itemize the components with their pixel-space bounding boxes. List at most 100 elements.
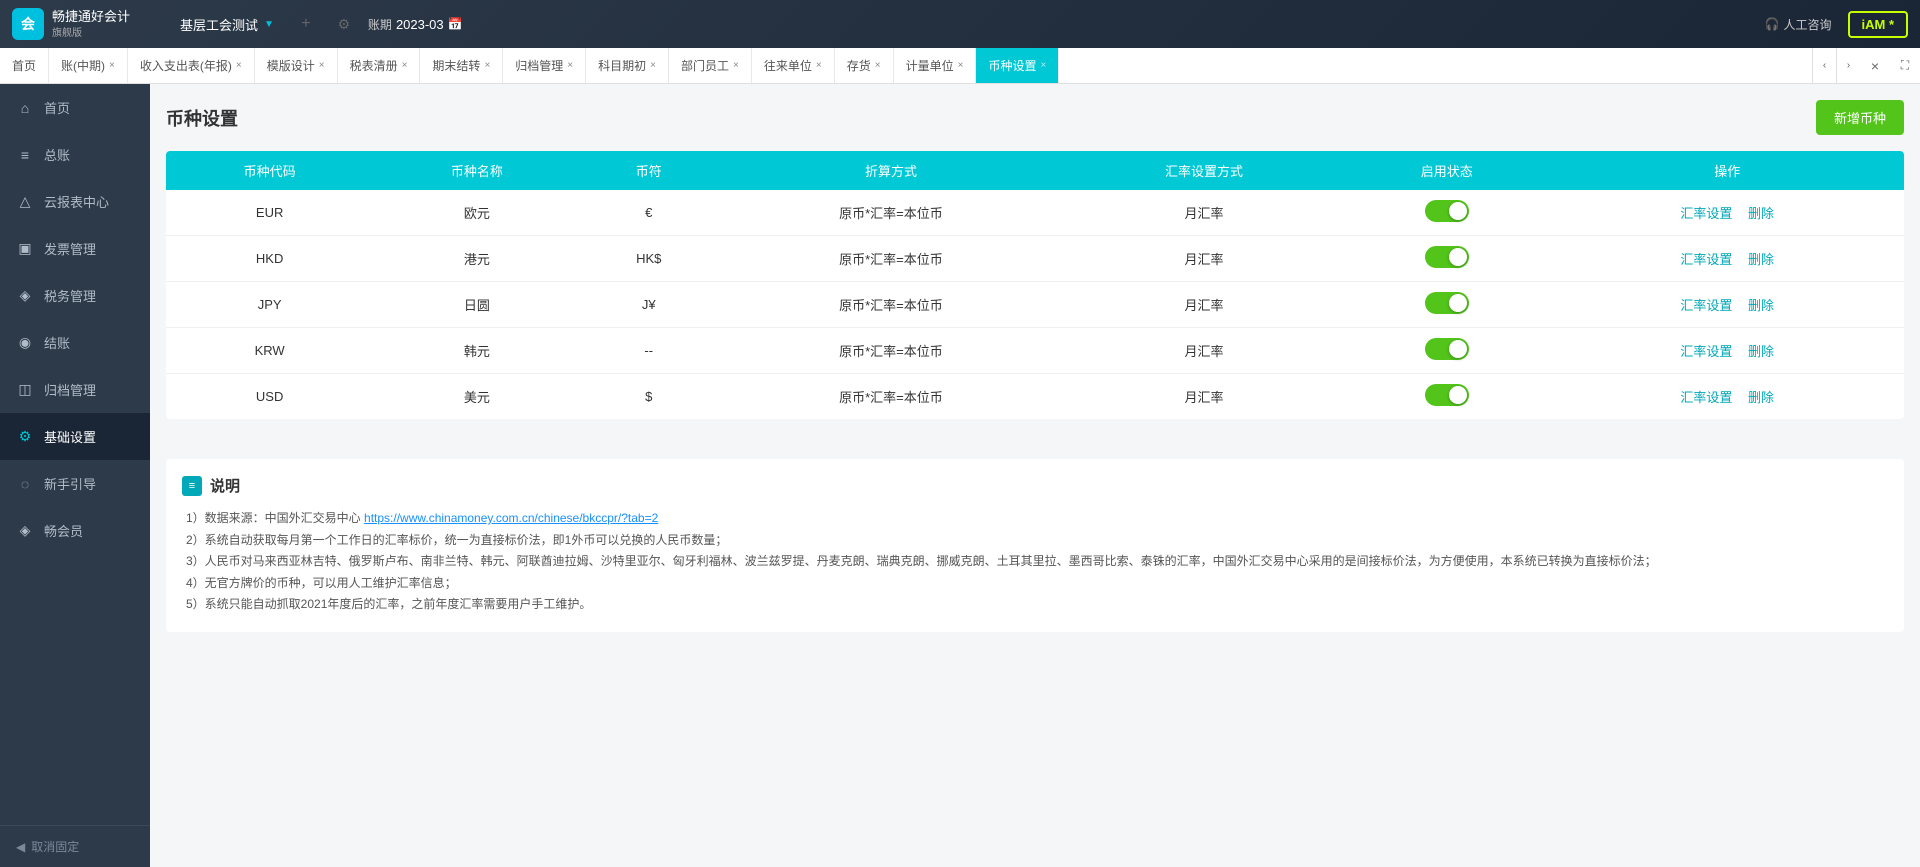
sidebar-item-settings-label: 基础设置	[44, 427, 96, 446]
tab-balance-close[interactable]: ×	[109, 60, 115, 71]
tab-dept[interactable]: 部门员工 ×	[669, 48, 752, 83]
table-row: USD 美元 $ 原币*汇率=本位币 月汇率 汇率设置 删除	[166, 374, 1904, 420]
tab-period-end-close[interactable]: ×	[484, 60, 490, 71]
sidebar-item-settings[interactable]: ⚙ 基础设置	[0, 413, 150, 460]
sidebar-item-tax[interactable]: ◈ 税务管理	[0, 272, 150, 319]
invoice-icon: ▣	[16, 240, 34, 257]
col-header-code: 币种代码	[166, 151, 373, 190]
cell-name: 港元	[373, 236, 580, 282]
cell-code: JPY	[166, 282, 373, 328]
tab-units[interactable]: 往来单位 ×	[752, 48, 835, 83]
tab-currency-close[interactable]: ×	[1040, 60, 1046, 71]
cell-name: 日圆	[373, 282, 580, 328]
rate-setting-link[interactable]: 汇率设置	[1680, 252, 1732, 267]
tab-income[interactable]: 收入支出表(年报) ×	[128, 48, 255, 83]
calendar-icon[interactable]: 📅	[448, 17, 463, 31]
notice-link[interactable]: https://www.chinamoney.com.cn/chinese/bk…	[364, 511, 658, 525]
tab-archive-close[interactable]: ×	[567, 60, 573, 71]
cell-code: USD	[166, 374, 373, 420]
sidebar-item-closing-label: 结账	[44, 333, 70, 352]
tab-measure-close[interactable]: ×	[958, 60, 964, 71]
sidebar-item-reports[interactable]: △ 云报表中心	[0, 178, 150, 225]
col-header-rate-type: 汇率设置方式	[1065, 151, 1343, 190]
enable-toggle[interactable]	[1425, 384, 1469, 406]
tab-close-all-button[interactable]: ×	[1860, 48, 1890, 83]
add-tab-button[interactable]: +	[292, 15, 320, 33]
tab-income-close[interactable]: ×	[236, 60, 242, 71]
sidebar-item-archive[interactable]: ◫ 归档管理	[0, 366, 150, 413]
chevron-down-icon: ▼	[264, 19, 274, 30]
sidebar-item-home[interactable]: ⌂ 首页	[0, 84, 150, 131]
tab-inventory-close[interactable]: ×	[875, 60, 881, 71]
tab-subject[interactable]: 科目期初 ×	[586, 48, 669, 83]
iam-button[interactable]: iAM *	[1848, 11, 1909, 38]
tab-archive-label: 归档管理	[515, 57, 563, 74]
sidebar-item-invoice[interactable]: ▣ 发票管理	[0, 225, 150, 272]
tab-next-button[interactable]: ›	[1836, 48, 1860, 83]
tab-home[interactable]: 首页	[0, 48, 49, 83]
tab-template[interactable]: 模版设计 ×	[255, 48, 338, 83]
rate-setting-link[interactable]: 汇率设置	[1680, 344, 1732, 359]
tab-subject-close[interactable]: ×	[650, 60, 656, 71]
tab-measure[interactable]: 计量单位 ×	[894, 48, 977, 83]
tab-units-label: 往来单位	[764, 57, 812, 74]
delete-link[interactable]: 删除	[1748, 390, 1774, 405]
delete-link[interactable]: 删除	[1748, 252, 1774, 267]
sidebar-item-ledger[interactable]: ≡ 总账	[0, 131, 150, 178]
tab-prev-button[interactable]: ‹	[1812, 48, 1836, 83]
headset-icon: 🎧	[1765, 17, 1780, 31]
help-button[interactable]: 🎧 人工咨询	[1757, 12, 1840, 37]
col-header-symbol: 币符	[581, 151, 717, 190]
ledger-icon: ≡	[16, 147, 34, 163]
tab-archive[interactable]: 归档管理 ×	[503, 48, 586, 83]
cell-rate-type: 月汇率	[1065, 282, 1343, 328]
cell-name: 韩元	[373, 328, 580, 374]
tab-template-close[interactable]: ×	[319, 60, 325, 71]
new-currency-button[interactable]: 新增币种	[1816, 100, 1904, 135]
notice-item: 5）系统只能自动抓取2021年度后的汇率，之前年度汇率需要用户手工维护。	[182, 594, 1888, 616]
company-name: 基层工会测试	[180, 15, 258, 34]
col-header-name: 币种名称	[373, 151, 580, 190]
tab-units-close[interactable]: ×	[816, 60, 822, 71]
pin-icon: ◀	[16, 840, 25, 854]
sidebar-item-invoice-label: 发票管理	[44, 239, 96, 258]
sidebar-item-vip[interactable]: ◈ 畅会员	[0, 507, 150, 554]
archive-icon: ◫	[16, 381, 34, 398]
cell-symbol: HK$	[581, 236, 717, 282]
tab-tax[interactable]: 税表清册 ×	[338, 48, 421, 83]
tab-currency[interactable]: 币种设置 ×	[976, 48, 1059, 83]
enable-toggle[interactable]	[1425, 292, 1469, 314]
rate-setting-link[interactable]: 汇率设置	[1680, 298, 1732, 313]
sidebar-pin-toggle[interactable]: ◀ 取消固定	[0, 825, 150, 867]
tab-expand-button[interactable]: ⛶	[1890, 48, 1920, 83]
table-row: HKD 港元 HK$ 原币*汇率=本位币 月汇率 汇率设置 删除	[166, 236, 1904, 282]
enable-toggle[interactable]	[1425, 246, 1469, 268]
company-selector[interactable]: 基层工会测试 ▼	[172, 11, 282, 38]
tab-period-end[interactable]: 期末结转 ×	[420, 48, 503, 83]
tab-settings-icon[interactable]: ⚙	[330, 16, 358, 33]
cell-actions: 汇率设置 删除	[1550, 282, 1904, 328]
rate-setting-link[interactable]: 汇率设置	[1680, 390, 1732, 405]
rate-setting-link[interactable]: 汇率设置	[1680, 206, 1732, 221]
sidebar-item-closing[interactable]: ◉ 结账	[0, 319, 150, 366]
sidebar-item-tax-label: 税务管理	[44, 286, 96, 305]
tab-balance[interactable]: 账(中期) ×	[49, 48, 128, 83]
delete-link[interactable]: 删除	[1748, 344, 1774, 359]
tab-inventory[interactable]: 存货 ×	[835, 48, 894, 83]
sidebar-item-guide[interactable]: ◌ 新手引导	[0, 460, 150, 507]
sidebar: ⌂ 首页 ≡ 总账 △ 云报表中心 ▣ 发票管理 ◈ 税务管理 ◉ 结账 ◫ 归…	[0, 84, 150, 867]
cell-actions: 汇率设置 删除	[1550, 374, 1904, 420]
cell-calc: 原币*汇率=本位币	[717, 190, 1065, 236]
tab-dept-close[interactable]: ×	[733, 60, 739, 71]
delete-link[interactable]: 删除	[1748, 206, 1774, 221]
tab-dept-label: 部门员工	[681, 57, 729, 74]
delete-link[interactable]: 删除	[1748, 298, 1774, 313]
enable-toggle[interactable]	[1425, 200, 1469, 222]
table-row: KRW 韩元 -- 原币*汇率=本位币 月汇率 汇率设置 删除	[166, 328, 1904, 374]
tab-home-label: 首页	[12, 57, 36, 74]
cell-rate-type: 月汇率	[1065, 328, 1343, 374]
cell-rate-type: 月汇率	[1065, 236, 1343, 282]
tab-tax-close[interactable]: ×	[402, 60, 408, 71]
enable-toggle[interactable]	[1425, 338, 1469, 360]
cell-status	[1343, 374, 1550, 420]
